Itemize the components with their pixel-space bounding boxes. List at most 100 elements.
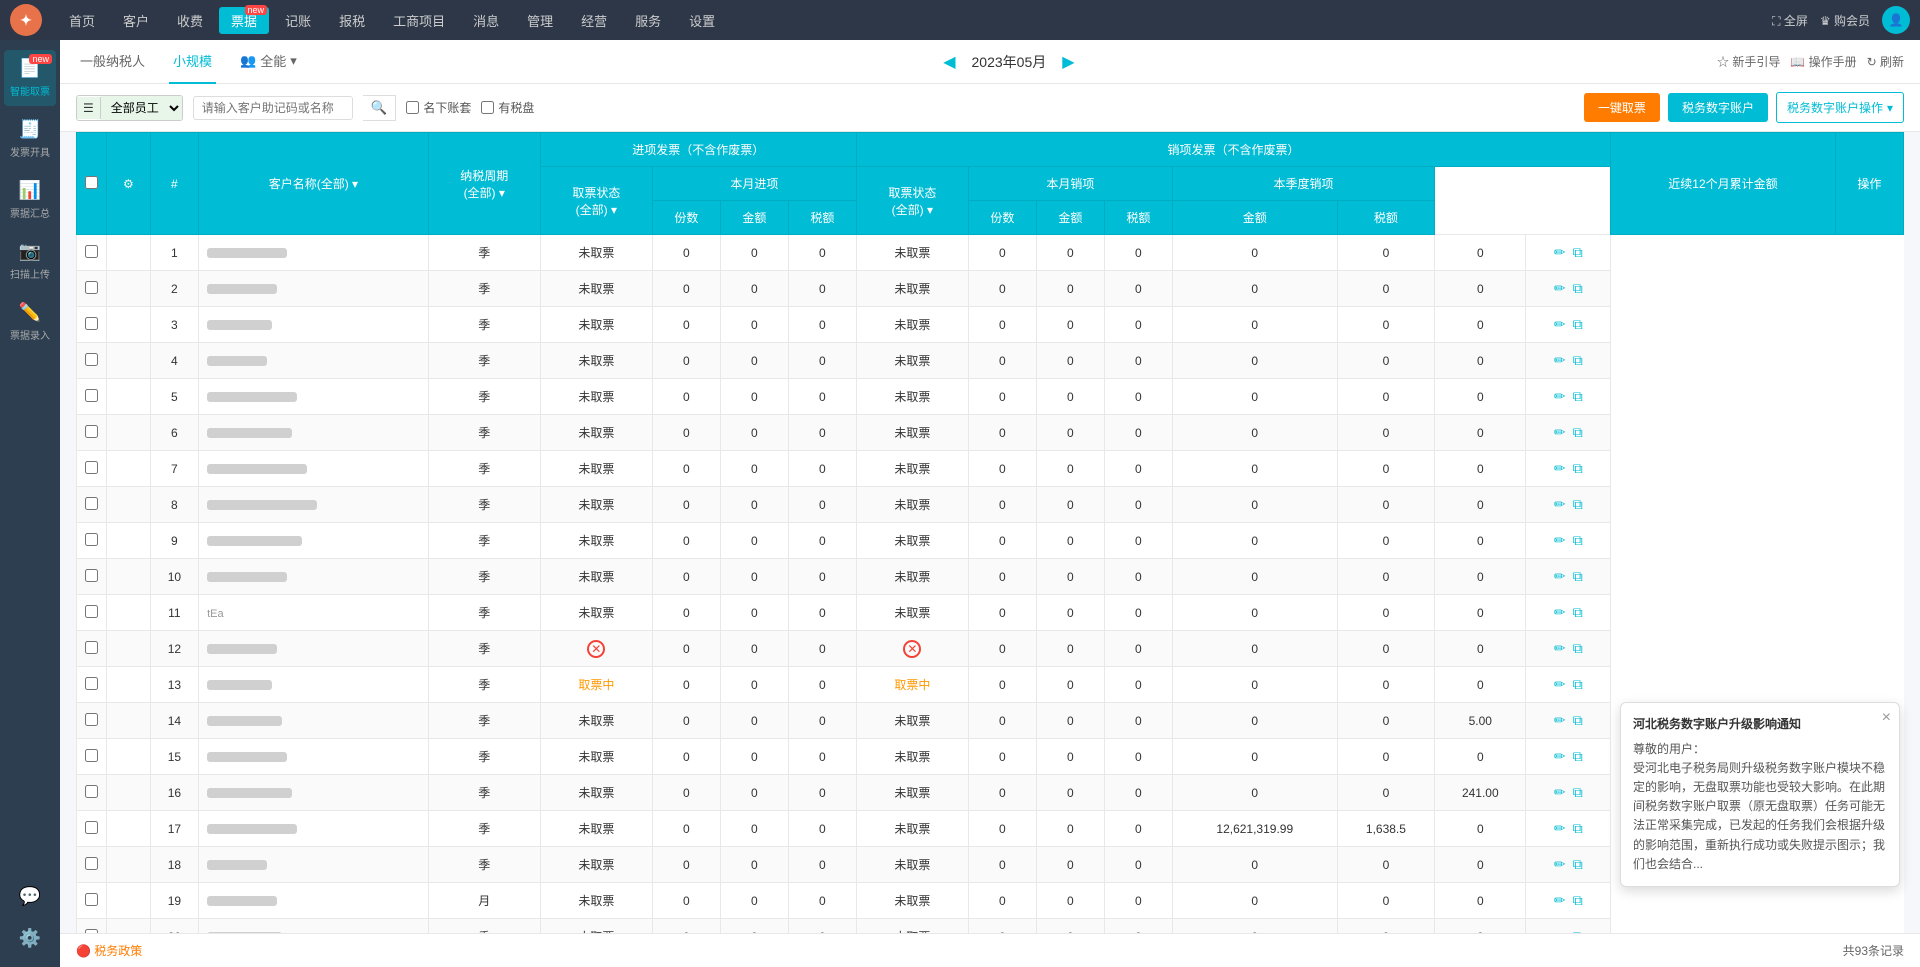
nav-business[interactable]: 工商项目 (381, 7, 457, 34)
checkbox-has-tax-disc[interactable]: 有税盘 (481, 99, 534, 116)
copy-btn[interactable]: ⧉ (1571, 530, 1585, 551)
sidebar-item-invoice-open[interactable]: 🧾 发票开具 (4, 111, 56, 167)
tab-small-scale[interactable]: 小规模 (169, 40, 216, 84)
edit-btn[interactable]: ✏ (1552, 602, 1568, 623)
checkbox-has-tax-disc-input[interactable] (481, 101, 494, 114)
member-btn[interactable]: ♛ 购会员 (1820, 12, 1870, 29)
manual-btn[interactable]: 📖 操作手册 (1790, 53, 1856, 70)
copy-btn[interactable]: ⧉ (1571, 386, 1585, 407)
employee-filter-select[interactable]: 全部员工 (101, 96, 182, 120)
nav-tax[interactable]: 报税 (327, 7, 377, 34)
nav-home[interactable]: 首页 (57, 7, 107, 34)
nav-manage[interactable]: 管理 (515, 7, 565, 34)
nav-service[interactable]: 服务 (623, 7, 673, 34)
copy-btn[interactable]: ⧉ (1571, 818, 1585, 839)
edit-btn[interactable]: ✏ (1552, 818, 1568, 839)
edit-btn[interactable]: ✏ (1552, 710, 1568, 731)
sidebar-item-invoice-summary[interactable]: 📊 票据汇总 (4, 172, 56, 228)
edit-btn[interactable]: ✏ (1552, 242, 1568, 263)
copy-btn[interactable]: ⧉ (1571, 422, 1585, 443)
row-checkbox[interactable] (85, 893, 98, 906)
tax-digital-account-ops-btn[interactable]: 税务数字账户操作 ▾ (1776, 92, 1904, 123)
copy-btn[interactable]: ⧉ (1571, 782, 1585, 803)
row-checkbox[interactable] (85, 749, 98, 762)
copy-btn[interactable]: ⧉ (1571, 638, 1585, 659)
tab-all[interactable]: 👥 全能 ▾ (236, 40, 301, 84)
edit-btn[interactable]: ✏ (1552, 926, 1568, 933)
nav-accounting[interactable]: 记账 (273, 7, 323, 34)
copy-btn[interactable]: ⧉ (1571, 566, 1585, 587)
copy-btn[interactable]: ⧉ (1571, 926, 1585, 933)
nav-operation[interactable]: 经营 (569, 7, 619, 34)
checkbox-under-account-input[interactable] (406, 101, 419, 114)
row-checkbox[interactable] (85, 713, 98, 726)
select-all-checkbox[interactable] (85, 176, 98, 189)
row-checkbox[interactable] (85, 353, 98, 366)
nav-settings[interactable]: 设置 (677, 7, 727, 34)
sidebar-item-scan-upload[interactable]: 📷 扫描上传 (4, 233, 56, 289)
edit-btn[interactable]: ✏ (1552, 278, 1568, 299)
tax-policy-link[interactable]: 🔴 税务政策 (76, 942, 142, 959)
one-click-fetch-btn[interactable]: 一键取票 (1584, 93, 1660, 122)
copy-btn[interactable]: ⧉ (1571, 458, 1585, 479)
row-checkbox[interactable] (85, 281, 98, 294)
row-checkbox[interactable] (85, 389, 98, 402)
edit-btn[interactable]: ✏ (1552, 494, 1568, 515)
copy-btn[interactable]: ⧉ (1571, 314, 1585, 335)
notification-close-btn[interactable]: × (1882, 709, 1891, 727)
copy-btn[interactable]: ⧉ (1571, 674, 1585, 695)
row-checkbox[interactable] (85, 245, 98, 258)
edit-btn[interactable]: ✏ (1552, 458, 1568, 479)
edit-btn[interactable]: ✏ (1552, 782, 1568, 803)
checkbox-under-account[interactable]: 名下账套 (406, 99, 471, 116)
copy-btn[interactable]: ⧉ (1571, 710, 1585, 731)
row-checkbox[interactable] (85, 785, 98, 798)
copy-btn[interactable]: ⧉ (1571, 890, 1585, 911)
sidebar-item-chat[interactable]: 💬 (4, 878, 56, 915)
nav-invoice[interactable]: 票据new (219, 7, 269, 34)
row-checkbox[interactable] (85, 605, 98, 618)
sidebar-item-smart-invoice[interactable]: 📄 智能取票 new (4, 50, 56, 106)
search-input[interactable] (193, 96, 353, 120)
row-checkbox[interactable] (85, 569, 98, 582)
row-checkbox[interactable] (85, 425, 98, 438)
copy-btn[interactable]: ⧉ (1571, 602, 1585, 623)
tax-digital-account-btn[interactable]: 税务数字账户 (1668, 93, 1768, 122)
edit-btn[interactable]: ✏ (1552, 386, 1568, 407)
row-checkbox[interactable] (85, 497, 98, 510)
row-checkbox[interactable] (85, 461, 98, 474)
edit-btn[interactable]: ✏ (1552, 566, 1568, 587)
new-guide-btn[interactable]: ☆ 新手引导 (1717, 53, 1780, 70)
row-checkbox[interactable] (85, 317, 98, 330)
row-checkbox[interactable] (85, 821, 98, 834)
edit-btn[interactable]: ✏ (1552, 674, 1568, 695)
row-checkbox[interactable] (85, 677, 98, 690)
edit-btn[interactable]: ✏ (1552, 746, 1568, 767)
edit-btn[interactable]: ✏ (1552, 314, 1568, 335)
tab-general-taxpayer[interactable]: 一般纳税人 (76, 40, 149, 84)
copy-btn[interactable]: ⧉ (1571, 350, 1585, 371)
edit-btn[interactable]: ✏ (1552, 350, 1568, 371)
nav-message[interactable]: 消息 (461, 7, 511, 34)
copy-btn[interactable]: ⧉ (1571, 494, 1585, 515)
sidebar-item-invoice-entry[interactable]: ✏️ 票据录入 (4, 294, 56, 350)
nav-fee[interactable]: 收费 (165, 7, 215, 34)
row-checkbox[interactable] (85, 533, 98, 546)
edit-btn[interactable]: ✏ (1552, 530, 1568, 551)
edit-btn[interactable]: ✏ (1552, 638, 1568, 659)
edit-btn[interactable]: ✏ (1552, 422, 1568, 443)
copy-btn[interactable]: ⧉ (1571, 242, 1585, 263)
copy-btn[interactable]: ⧉ (1571, 278, 1585, 299)
next-month-btn[interactable]: ▶ (1056, 50, 1080, 74)
refresh-btn[interactable]: ↻ 刷新 (1867, 53, 1904, 70)
fullscreen-btn[interactable]: ⛶ 全屏 (1772, 12, 1808, 29)
edit-btn[interactable]: ✏ (1552, 890, 1568, 911)
nav-customer[interactable]: 客户 (111, 7, 161, 34)
copy-btn[interactable]: ⧉ (1571, 854, 1585, 875)
employee-filter-wrapper[interactable]: ☰ 全部员工 (76, 95, 183, 121)
row-checkbox[interactable] (85, 641, 98, 654)
sidebar-item-gear[interactable]: ⚙️ (4, 920, 56, 957)
prev-month-btn[interactable]: ◀ (937, 50, 961, 74)
edit-btn[interactable]: ✏ (1552, 854, 1568, 875)
copy-btn[interactable]: ⧉ (1571, 746, 1585, 767)
